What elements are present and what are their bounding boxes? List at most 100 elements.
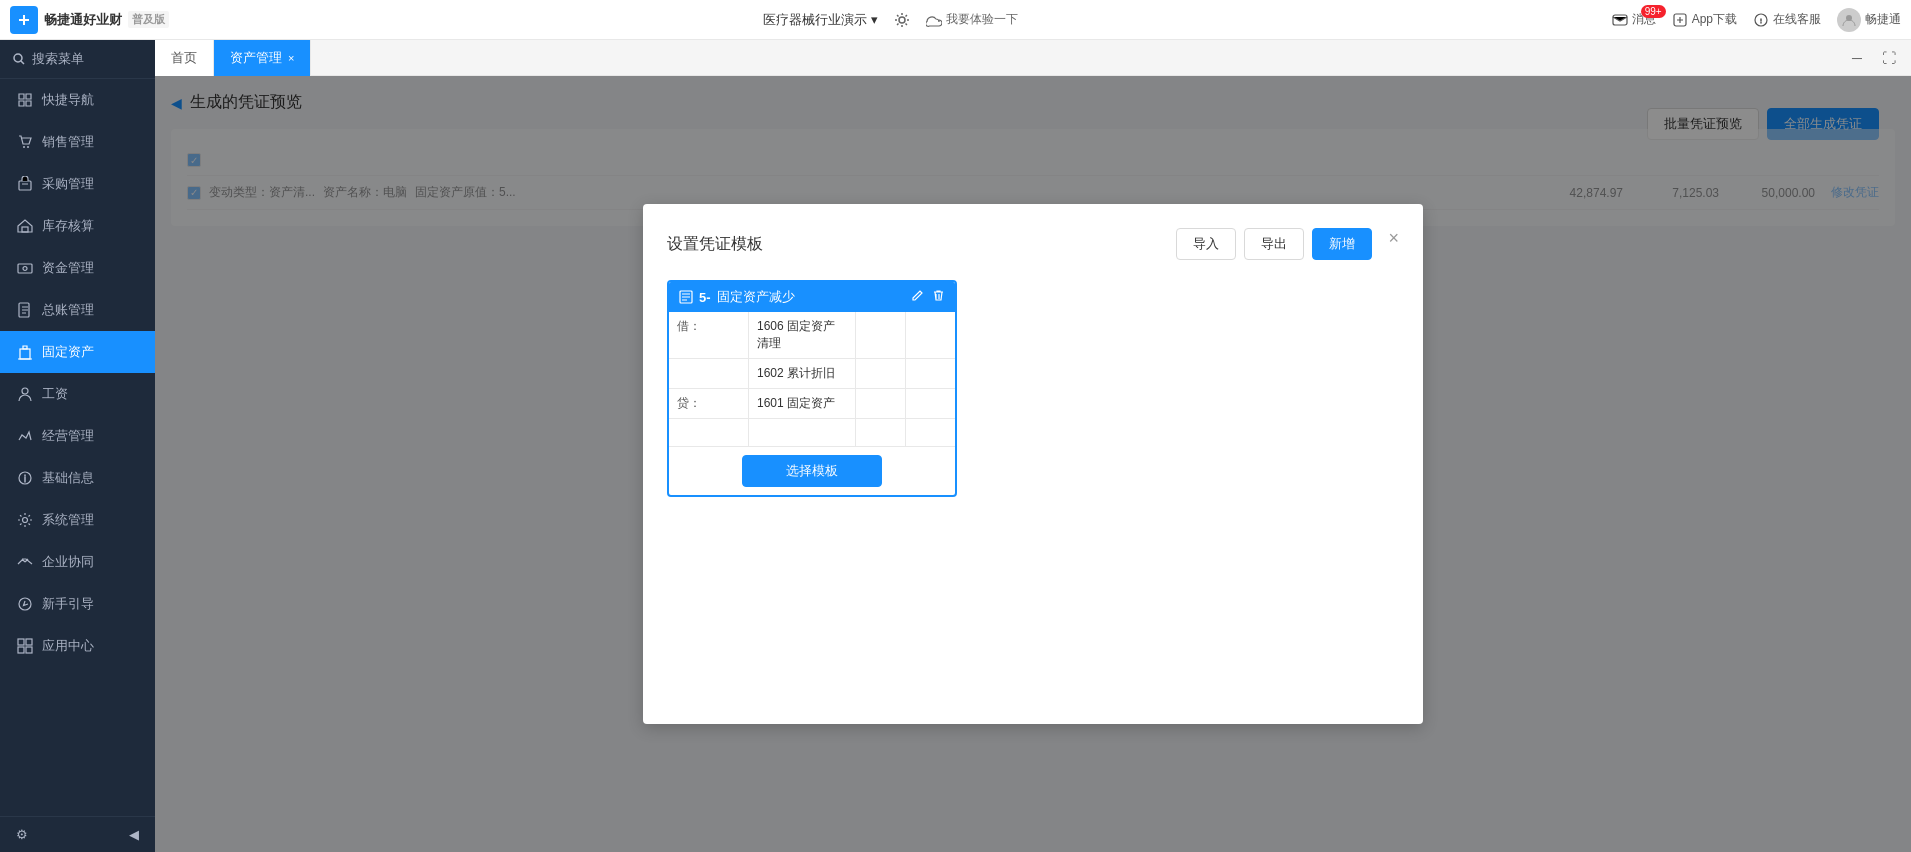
online-service-btn[interactable]: 在线客服: [1753, 11, 1821, 28]
new-btn[interactable]: 新增: [1312, 228, 1372, 260]
sidebar-item-sales[interactable]: 销售管理: [0, 121, 155, 163]
user-profile-btn[interactable]: 畅捷通: [1837, 8, 1901, 32]
svg-rect-20: [18, 647, 24, 653]
company-selector[interactable]: 医疗器械行业演示 ▾: [763, 11, 878, 29]
money-icon: [16, 259, 34, 277]
sidebar-item-operation[interactable]: 经营管理: [0, 415, 155, 457]
sidebar-item-label: 基础信息: [42, 469, 94, 487]
top-bar-left: 畅捷通好业财 普及版: [10, 6, 169, 34]
quick-nav-icon: [16, 91, 34, 109]
row-debit-3: [855, 419, 905, 446]
cloud-experience-btn[interactable]: 我要体验一下: [926, 11, 1018, 28]
sidebar-item-cooperation[interactable]: 企业协同: [0, 541, 155, 583]
settings-bottom-icon[interactable]: ⚙: [16, 827, 28, 842]
cart-icon: [16, 133, 34, 151]
sidebar-item-label: 销售管理: [42, 133, 94, 151]
sidebar-item-system[interactable]: 系统管理: [0, 499, 155, 541]
chevron-down-icon: ▾: [871, 12, 878, 27]
export-btn[interactable]: 导出: [1244, 228, 1304, 260]
row-account-3: [749, 419, 855, 446]
sidebar-item-ledger[interactable]: 总账管理: [0, 289, 155, 331]
template-row-1: 1602 累计折旧: [669, 359, 955, 389]
svg-point-5: [14, 54, 22, 62]
svg-point-14: [22, 388, 28, 394]
template-row-3: [669, 419, 955, 447]
svg-point-6: [23, 146, 25, 148]
svg-point-16: [23, 518, 28, 523]
svg-point-11: [23, 267, 27, 271]
sidebar-item-label: 库存核算: [42, 217, 94, 235]
sidebar-item-guide[interactable]: 新手引导: [0, 583, 155, 625]
svg-rect-21: [26, 647, 32, 653]
search-label: 搜索菜单: [32, 50, 84, 68]
modal-header: 设置凭证模板 导入 导出 新增 ×: [667, 228, 1399, 260]
edition-badge: 普及版: [128, 11, 169, 28]
row-credit-0: [905, 312, 955, 358]
sidebar-item-label: 经营管理: [42, 427, 94, 445]
sidebar-item-label: 采购管理: [42, 175, 94, 193]
import-btn[interactable]: 导入: [1176, 228, 1236, 260]
sidebar-item-finance[interactable]: 资金管理: [0, 247, 155, 289]
template-header-left: 5- 固定资产减少: [679, 288, 795, 306]
sidebar-item-basic-info[interactable]: 基础信息: [0, 457, 155, 499]
modal-close-btn[interactable]: ×: [1388, 228, 1399, 260]
sidebar-item-quick-nav[interactable]: 快捷导航: [0, 79, 155, 121]
user-name: 畅捷通: [1865, 11, 1901, 28]
row-credit-2: [905, 389, 955, 418]
tab-home[interactable]: 首页: [155, 40, 214, 76]
person-icon: [16, 385, 34, 403]
sidebar-item-purchase[interactable]: 采购管理: [0, 163, 155, 205]
messages-btn[interactable]: 消息 99+: [1612, 11, 1656, 28]
compass-icon: [16, 595, 34, 613]
sidebar-item-label: 快捷导航: [42, 91, 94, 109]
company-name: 医疗器械行业演示: [763, 11, 867, 29]
handshake-icon: [16, 553, 34, 571]
sidebar-item-apps[interactable]: 应用中心: [0, 625, 155, 667]
logo-icon: [10, 6, 38, 34]
edit-template-icon[interactable]: [911, 289, 924, 305]
maximize-btn[interactable]: ⛶: [1877, 46, 1901, 70]
top-bar-center: 医疗器械行业演示 ▾ 我要体验一下: [763, 6, 1018, 34]
template-header-actions: [911, 289, 945, 305]
sidebar-item-label: 工资: [42, 385, 68, 403]
select-template-btn[interactable]: 选择模板: [742, 455, 882, 487]
collapse-icon[interactable]: ◀: [129, 827, 139, 842]
tab-asset-management[interactable]: 资产管理 ×: [214, 40, 311, 76]
company-settings-icon[interactable]: [888, 6, 916, 34]
row-debit-1: [855, 359, 905, 388]
sidebar-item-payroll[interactable]: 工资: [0, 373, 155, 415]
building-icon: [16, 343, 34, 361]
sidebar-item-label: 企业协同: [42, 553, 94, 571]
template-card: 5- 固定资产减少: [667, 280, 957, 497]
modal-body: 5- 固定资产减少: [667, 280, 1399, 497]
tab-close-btn[interactable]: ×: [288, 52, 294, 64]
minimize-btn[interactable]: ─: [1845, 46, 1869, 70]
sidebar-item-inventory[interactable]: 库存核算: [0, 205, 155, 247]
row-account-1: 1602 累计折旧: [749, 359, 855, 388]
app-logo: 畅捷通好业财 普及版: [10, 6, 169, 34]
sidebar-item-label: 总账管理: [42, 301, 94, 319]
svg-rect-13: [20, 349, 30, 359]
row-side-1: [669, 359, 749, 388]
template-row-2: 贷： 1601 固定资产: [669, 389, 955, 419]
row-debit-0: [855, 312, 905, 358]
template-id: 5-: [699, 290, 711, 305]
modal-overlay: 设置凭证模板 导入 导出 新增 ×: [155, 76, 1911, 852]
sidebar-item-fixed-assets[interactable]: 固定资产: [0, 331, 155, 373]
template-card-header: 5- 固定资产减少: [669, 282, 955, 312]
app-download-btn[interactable]: App下载: [1672, 11, 1737, 28]
info-icon: [16, 469, 34, 487]
settings-icon: [16, 511, 34, 529]
row-side-2: 贷：: [669, 389, 749, 418]
top-bar-right: 消息 99+ App下载 在线客服 畅捷通: [1612, 8, 1901, 32]
svg-rect-9: [22, 227, 28, 232]
sidebar-search[interactable]: 搜索菜单: [0, 40, 155, 79]
delete-template-icon[interactable]: [932, 289, 945, 305]
content-area: 首页 资产管理 × ─ ⛶ ◀ 生成的凭证预览: [155, 40, 1911, 852]
template-body: 借： 1606 固定资产清理 1602 累计折旧: [669, 312, 955, 447]
svg-point-1: [899, 17, 905, 23]
modal-title: 设置凭证模板: [667, 234, 763, 255]
chart-icon: [16, 427, 34, 445]
svg-rect-10: [18, 264, 32, 273]
avatar: [1837, 8, 1861, 32]
